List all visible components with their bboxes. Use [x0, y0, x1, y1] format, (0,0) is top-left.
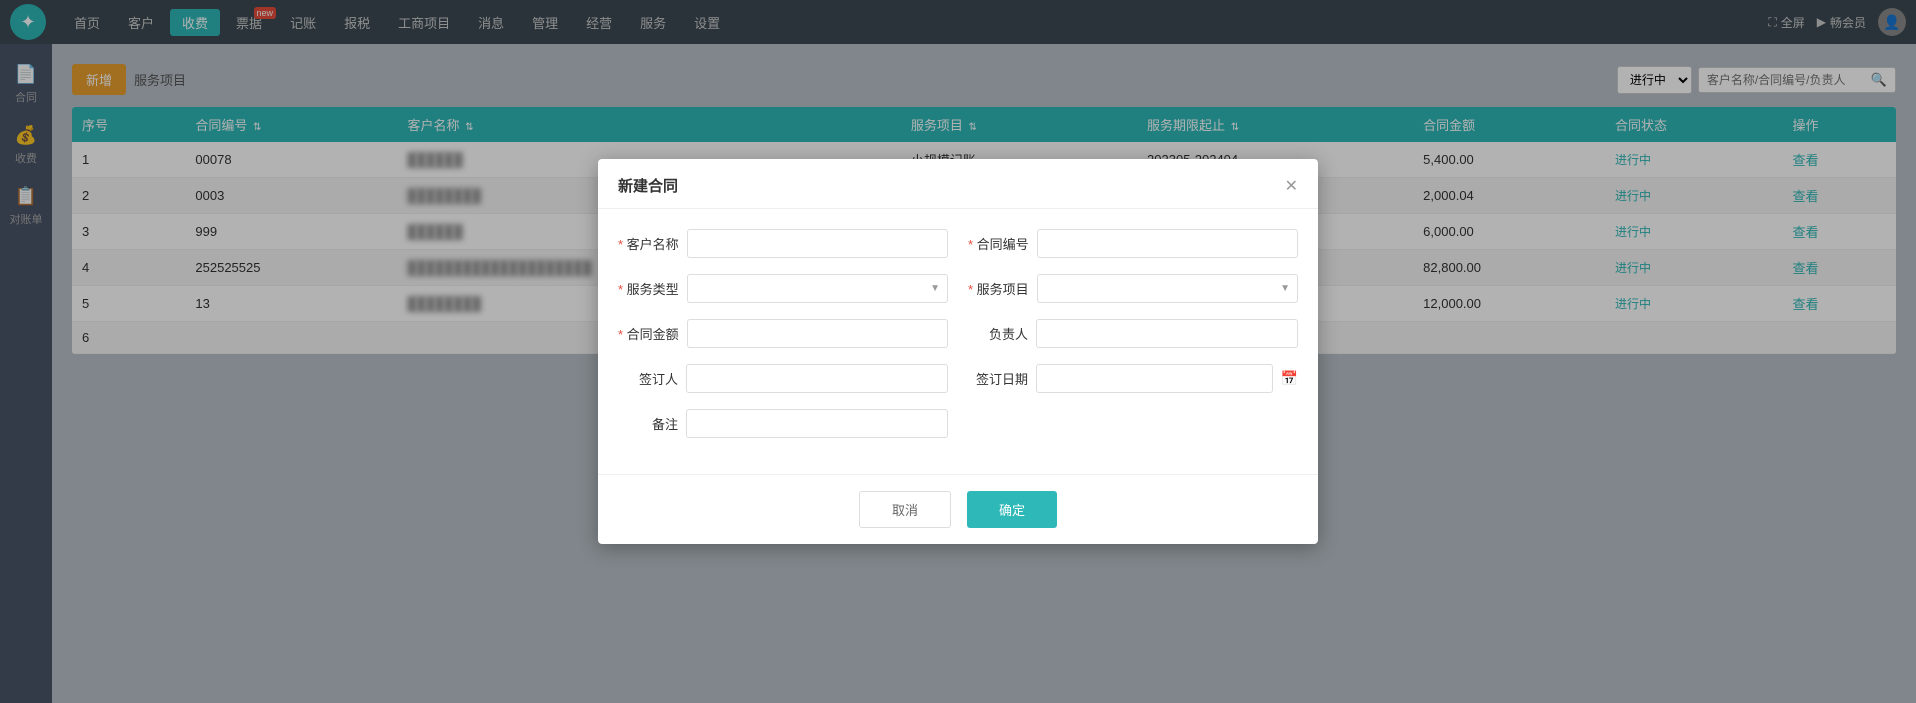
form-row-1: 客户名称 合同编号 [618, 229, 1298, 258]
form-row-3: 合同金额 0.00 负责人 [618, 319, 1298, 348]
service-item-select[interactable] [1037, 274, 1298, 303]
contract-no-label: 合同编号 [968, 234, 1029, 253]
amount-input[interactable]: 0.00 [687, 319, 948, 348]
customer-name-input[interactable] [687, 229, 948, 258]
form-group-service-type: 服务类型 ▼ [618, 274, 948, 303]
modal-footer: 取消 确定 [598, 474, 1318, 544]
new-contract-modal: 新建合同 ✕ 客户名称 合同编号 服务类型 [598, 159, 1318, 544]
cancel-button[interactable]: 取消 [859, 491, 951, 528]
form-group-amount: 合同金额 0.00 [618, 319, 948, 348]
form-group-signer: 签订人 [618, 364, 948, 393]
confirm-button[interactable]: 确定 [967, 491, 1057, 528]
service-type-wrapper: ▼ [687, 274, 948, 303]
sign-date-label: 签订日期 [968, 369, 1028, 388]
form-row-2: 服务类型 ▼ 服务项目 ▼ [618, 274, 1298, 303]
form-group-responsible: 负责人 [968, 319, 1298, 348]
service-item-label: 服务项目 [968, 279, 1029, 298]
modal-overlay: 新建合同 ✕ 客户名称 合同编号 服务类型 [0, 0, 1916, 703]
signer-label: 签订人 [618, 369, 678, 388]
remark-input[interactable] [686, 409, 948, 438]
amount-label: 合同金额 [618, 324, 679, 343]
form-row-5: 备注 [618, 409, 1298, 438]
modal-header: 新建合同 ✕ [598, 159, 1318, 209]
form-group-service-item: 服务项目 ▼ [968, 274, 1298, 303]
responsible-input[interactable] [1036, 319, 1298, 348]
sign-date-input[interactable]: 2023-06-06 [1036, 364, 1273, 393]
service-type-select[interactable] [687, 274, 948, 303]
form-group-placeholder [968, 409, 1298, 438]
remark-label: 备注 [618, 414, 678, 433]
calendar-icon[interactable]: 📅 [1281, 370, 1298, 387]
form-group-sign-date: 签订日期 2023-06-06 📅 [968, 364, 1298, 393]
close-icon[interactable]: ✕ [1285, 176, 1298, 196]
responsible-label: 负责人 [968, 324, 1028, 343]
contract-no-input[interactable] [1037, 229, 1298, 258]
form-group-remark: 备注 [618, 409, 948, 438]
modal-title: 新建合同 [618, 175, 678, 196]
modal-body: 客户名称 合同编号 服务类型 ▼ [598, 209, 1318, 474]
form-group-customer: 客户名称 [618, 229, 948, 258]
service-type-label: 服务类型 [618, 279, 679, 298]
service-item-wrapper: ▼ [1037, 274, 1298, 303]
customer-name-label: 客户名称 [618, 234, 679, 253]
signer-input[interactable] [686, 364, 948, 393]
form-group-contract-no: 合同编号 [968, 229, 1298, 258]
form-row-4: 签订人 签订日期 2023-06-06 📅 [618, 364, 1298, 393]
